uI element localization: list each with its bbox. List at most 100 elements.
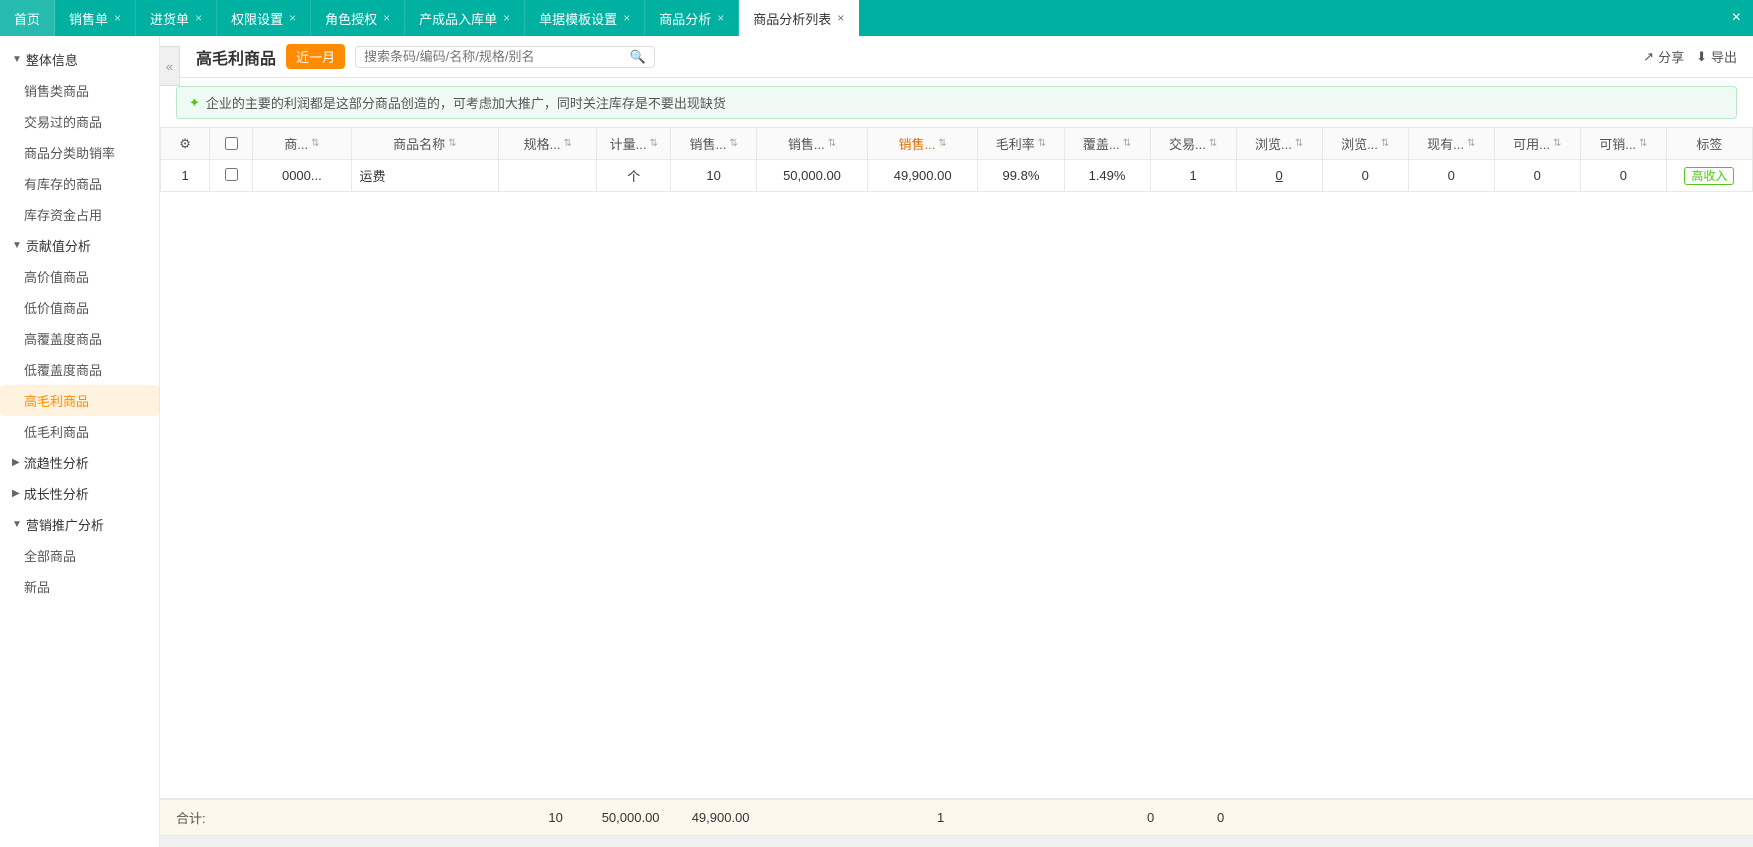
- cell-tag: 高收入: [1666, 160, 1752, 192]
- sidebar-item-category-sales-rate[interactable]: 商品分类助销率: [0, 137, 159, 168]
- cell-sales-cost: 49,900.00: [867, 160, 978, 192]
- nav-doc-template[interactable]: 单据模板设置 ×: [525, 0, 645, 36]
- sidebar-item-high-coverage[interactable]: 高覆盖度商品: [0, 323, 159, 354]
- footer-avail: 0: [1186, 810, 1256, 825]
- sort-sales-cost-icon: ⇅: [938, 138, 946, 149]
- sort-browse1-icon: ⇅: [1295, 138, 1303, 149]
- row-checkbox[interactable]: [225, 168, 238, 181]
- th-spec[interactable]: 规格... ⇅: [499, 128, 597, 160]
- th-stock[interactable]: 现有... ⇅: [1408, 128, 1494, 160]
- nav-purchase-order[interactable]: 进货单 ×: [136, 0, 217, 36]
- sort-code-icon: ⇅: [311, 138, 319, 149]
- sort-spec-icon: ⇅: [563, 138, 571, 149]
- close-product-analysis[interactable]: ×: [717, 11, 724, 25]
- sidebar-group-marketing[interactable]: ▼ 营销推广分析: [0, 509, 159, 540]
- cell-stock: 0: [1408, 160, 1494, 192]
- sidebar-group-trend[interactable]: ▶ 流趋性分析: [0, 447, 159, 478]
- data-table: ⚙ 商... ⇅ 商品名称: [160, 127, 1753, 192]
- search-box: 🔍: [355, 46, 655, 68]
- footer-sales-amt: 50,000.00: [586, 810, 676, 825]
- share-icon: ↗: [1643, 49, 1654, 65]
- nav-permission-settings[interactable]: 权限设置 ×: [217, 0, 311, 36]
- nav-sales-order[interactable]: 销售单 ×: [55, 0, 136, 36]
- share-button[interactable]: ↗ 分享: [1643, 47, 1684, 66]
- close-permission-settings[interactable]: ×: [289, 11, 296, 25]
- sidebar-item-low-margin[interactable]: 低毛利商品: [0, 416, 159, 447]
- sidebar-item-high-value[interactable]: 高价值商品: [0, 261, 159, 292]
- sidebar-group-growth[interactable]: ▶ 成长性分析: [0, 478, 159, 509]
- bottom-scrollbar[interactable]: [160, 835, 1753, 847]
- table-container[interactable]: ⚙ 商... ⇅ 商品名称: [160, 127, 1753, 798]
- th-browse2[interactable]: 浏览... ⇅: [1322, 128, 1408, 160]
- nav-role-auth[interactable]: 角色授权 ×: [311, 0, 405, 36]
- sidebar-item-low-value[interactable]: 低价值商品: [0, 292, 159, 323]
- cell-sales-qty: 10: [671, 160, 757, 192]
- cell-browse2: 0: [1322, 160, 1408, 192]
- cell-name: 运费: [351, 160, 499, 192]
- sidebar-item-low-coverage[interactable]: 低覆盖度商品: [0, 354, 159, 385]
- sort-name-icon: ⇅: [448, 138, 456, 149]
- top-nav: 首页 销售单 × 进货单 × 权限设置 × 角色授权 × 产成品入库单 × 单据…: [0, 0, 1753, 36]
- arrow-trend: ▶: [12, 457, 20, 468]
- th-sales-amt[interactable]: 销售... ⇅: [757, 128, 868, 160]
- sidebar-group-contribution[interactable]: ▼ 贡献值分析: [0, 230, 159, 261]
- search-input[interactable]: [364, 49, 630, 64]
- close-doc-template[interactable]: ×: [623, 11, 630, 25]
- sidebar-group-overall[interactable]: ▼ 整体信息: [0, 44, 159, 75]
- cell-browse1[interactable]: 0: [1236, 160, 1322, 192]
- sidebar-collapse-button[interactable]: «: [160, 46, 180, 86]
- footer-total: 合计: 10 50,000.00 49,900.00 1 0 0: [160, 798, 1753, 835]
- nav-finished-goods[interactable]: 产成品入库单 ×: [405, 0, 525, 36]
- th-checkbox[interactable]: [210, 128, 253, 160]
- th-unit[interactable]: 计量... ⇅: [597, 128, 671, 160]
- close-purchase-order[interactable]: ×: [195, 11, 202, 25]
- arrow-overall: ▼: [12, 54, 22, 65]
- footer-sales-cost: 49,900.00: [676, 810, 766, 825]
- sidebar-item-high-margin[interactable]: 高毛利商品: [0, 385, 159, 416]
- sort-unit-icon: ⇅: [649, 138, 657, 149]
- browse1-link[interactable]: 0: [1276, 168, 1283, 183]
- close-sales-order[interactable]: ×: [114, 11, 121, 25]
- sidebar-item-new-goods[interactable]: 新品: [0, 571, 159, 602]
- export-icon: ⬇: [1696, 49, 1707, 65]
- sidebar-item-sales-goods[interactable]: 销售类商品: [0, 75, 159, 106]
- sidebar-item-all-goods[interactable]: 全部商品: [0, 540, 159, 571]
- th-gross-rate[interactable]: 毛利率 ⇅: [978, 128, 1064, 160]
- cell-avail: 0: [1494, 160, 1580, 192]
- th-settings[interactable]: ⚙: [161, 128, 210, 160]
- close-product-analysis-list[interactable]: ×: [837, 11, 844, 25]
- th-sales-cost[interactable]: 销售... ⇅: [867, 128, 978, 160]
- th-name[interactable]: 商品名称 ⇅: [351, 128, 499, 160]
- th-sales-qty[interactable]: 销售... ⇅: [671, 128, 757, 160]
- sidebar-item-in-stock-goods[interactable]: 有库存的商品: [0, 168, 159, 199]
- select-all-checkbox[interactable]: [225, 137, 238, 150]
- export-button[interactable]: ⬇ 导出: [1696, 47, 1737, 66]
- filter-recent-month-button[interactable]: 近一月: [286, 44, 345, 69]
- close-role-auth[interactable]: ×: [383, 11, 390, 25]
- settings-icon[interactable]: ⚙: [179, 136, 191, 152]
- arrow-growth: ▶: [12, 488, 20, 499]
- arrow-marketing: ▼: [12, 519, 22, 530]
- nav-home[interactable]: 首页: [0, 0, 55, 36]
- table-row: 1 0000... 运费 个 10 50,000.00 49,900.00 99…: [161, 160, 1753, 192]
- nav-product-analysis-list[interactable]: 商品分析列表 ×: [739, 0, 859, 36]
- sidebar-item-traded-goods[interactable]: 交易过的商品: [0, 106, 159, 137]
- cell-code: 0000...: [253, 160, 351, 192]
- sidebar: ▼ 整体信息 销售类商品 交易过的商品 商品分类助销率 有库存的商品 库存资金占…: [0, 36, 160, 847]
- th-sellable[interactable]: 可销... ⇅: [1580, 128, 1666, 160]
- close-finished-goods[interactable]: ×: [503, 11, 510, 25]
- th-browse1[interactable]: 浏览... ⇅: [1236, 128, 1322, 160]
- sort-browse2-icon: ⇅: [1381, 138, 1389, 149]
- tip-icon: ✦: [189, 95, 200, 111]
- page-header: 高毛利商品 近一月 🔍 ↗ 分享 ⬇ 导出: [160, 36, 1753, 78]
- window-close-button[interactable]: ×: [1720, 0, 1753, 36]
- sidebar-item-stock-capital[interactable]: 库存资金占用: [0, 199, 159, 230]
- th-avail[interactable]: 可用... ⇅: [1494, 128, 1580, 160]
- footer-trade: 1: [906, 810, 976, 825]
- th-code[interactable]: 商... ⇅: [253, 128, 351, 160]
- cell-check[interactable]: [210, 160, 253, 192]
- search-icon[interactable]: 🔍: [630, 49, 646, 65]
- nav-product-analysis[interactable]: 商品分析 ×: [645, 0, 739, 36]
- th-trade[interactable]: 交易... ⇅: [1150, 128, 1236, 160]
- th-coverage[interactable]: 覆盖... ⇅: [1064, 128, 1150, 160]
